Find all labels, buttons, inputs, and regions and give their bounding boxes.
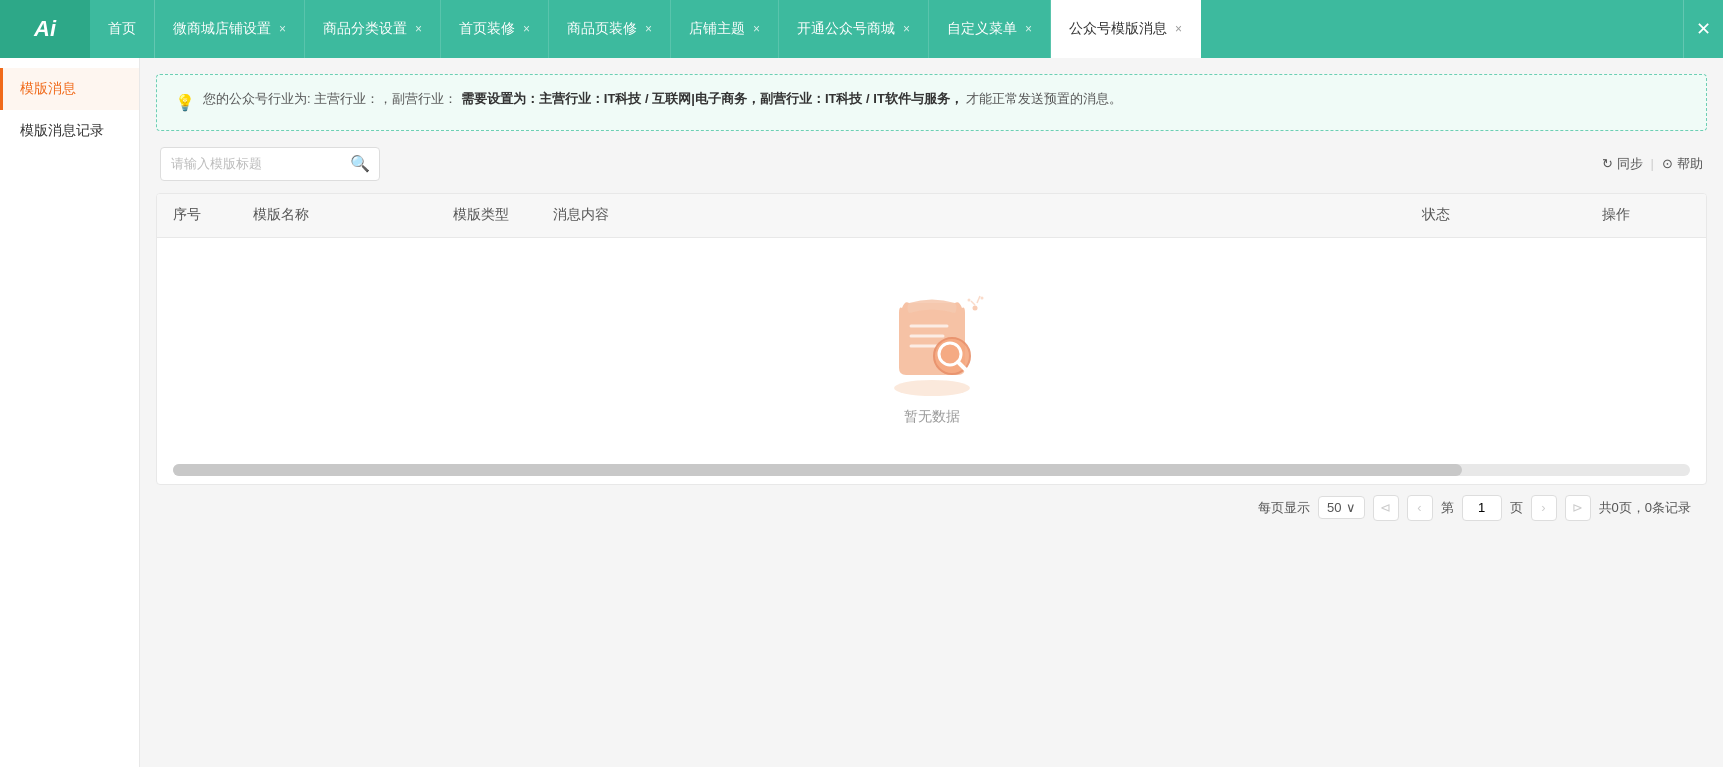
- close-all-button[interactable]: ✕: [1683, 0, 1723, 58]
- nav-tab-homepage[interactable]: 首页装修×: [441, 0, 549, 58]
- data-table: 序号 模版名称 模版类型 消息内容 状态 操作: [156, 193, 1707, 485]
- page-size-label: 每页显示: [1258, 499, 1310, 517]
- notice-text: 您的公众号行业为: 主营行业：，副营行业： 需要设置为：主营行业：IT科技 / …: [203, 89, 1688, 110]
- page-size-value: 50: [1327, 500, 1341, 515]
- scrollbar-thumb[interactable]: [173, 464, 1462, 476]
- nav-tab-category[interactable]: 商品分类设置×: [305, 0, 441, 58]
- svg-line-10: [977, 296, 980, 303]
- search-input-wrap: 🔍: [160, 147, 380, 181]
- top-nav: Ai 首页微商城店铺设置×商品分类设置×首页装修×商品页装修×店铺主题×开通公众…: [0, 0, 1723, 58]
- col-type: 模版类型: [437, 206, 537, 224]
- nav-tab-product[interactable]: 商品页装修×: [549, 0, 671, 58]
- logo: Ai: [0, 0, 90, 58]
- main-layout: 模版消息模版消息记录 💡 您的公众号行业为: 主营行业：，副营行业： 需要设置为…: [0, 58, 1723, 767]
- svg-line-11: [971, 301, 975, 305]
- sync-icon: ↻: [1602, 156, 1613, 171]
- content-area: 💡 您的公众号行业为: 主营行业：，副营行业： 需要设置为：主营行业：IT科技 …: [140, 58, 1723, 767]
- search-left: 🔍: [160, 147, 380, 181]
- prev-page-button[interactable]: ‹: [1407, 495, 1433, 521]
- notice-icon: 💡: [175, 90, 195, 116]
- close-tab-homepage[interactable]: ×: [523, 23, 530, 35]
- nav-tab-template[interactable]: 公众号模版消息×: [1051, 0, 1201, 58]
- close-tab-product[interactable]: ×: [645, 23, 652, 35]
- notice-banner: 💡 您的公众号行业为: 主营行业：，副营行业： 需要设置为：主营行业：IT科技 …: [156, 74, 1707, 131]
- page-size-select[interactable]: 50 ∨: [1318, 496, 1364, 519]
- svg-point-9: [967, 298, 970, 301]
- search-right: ↻ 同步 | ⊙ 帮助: [1602, 155, 1703, 173]
- chevron-down-icon: ∨: [1346, 500, 1356, 515]
- close-tab-template[interactable]: ×: [1175, 23, 1182, 35]
- svg-point-0: [894, 380, 970, 396]
- table-header: 序号 模版名称 模版类型 消息内容 状态 操作: [157, 194, 1706, 238]
- nav-tab-mall[interactable]: 开通公众号商城×: [779, 0, 929, 58]
- close-tab-menu[interactable]: ×: [1025, 23, 1032, 35]
- next-page-button[interactable]: ›: [1531, 495, 1557, 521]
- divider: |: [1651, 156, 1654, 171]
- nav-tab-menu[interactable]: 自定义菜单×: [929, 0, 1051, 58]
- col-content: 消息内容: [537, 206, 1406, 224]
- help-icon: ⊙: [1662, 156, 1673, 171]
- col-status: 状态: [1406, 206, 1586, 224]
- col-name: 模版名称: [237, 206, 437, 224]
- svg-point-7: [972, 305, 977, 310]
- search-button[interactable]: 🔍: [350, 154, 370, 173]
- col-action: 操作: [1586, 206, 1706, 224]
- total-info: 共0页，0条记录: [1599, 499, 1691, 517]
- search-bar: 🔍 ↻ 同步 | ⊙ 帮助: [156, 147, 1707, 181]
- empty-text: 暂无数据: [904, 408, 960, 426]
- sidebar-item-template-msg[interactable]: 模版消息: [0, 68, 139, 110]
- sidebar: 模版消息模版消息记录: [0, 58, 140, 767]
- search-input[interactable]: [160, 147, 380, 181]
- first-page-button[interactable]: ⊲: [1373, 495, 1399, 521]
- sync-label: 同步: [1617, 155, 1643, 173]
- page-number-input[interactable]: [1462, 495, 1502, 521]
- page-label-post: 页: [1510, 499, 1523, 517]
- page-label-pre: 第: [1441, 499, 1454, 517]
- nav-tab-weishop[interactable]: 微商城店铺设置×: [155, 0, 305, 58]
- help-button[interactable]: ⊙ 帮助: [1662, 155, 1703, 173]
- close-tab-category[interactable]: ×: [415, 23, 422, 35]
- notice-prefix: 您的公众号行业为: 主营行业：，副营行业：: [203, 91, 457, 106]
- notice-highlight: 需要设置为：主营行业：IT科技 / 互联网|电子商务，副营行业：IT科技 / I…: [461, 91, 963, 106]
- pagination: 每页显示 50 ∨ ⊲ ‹ 第 页 › ⊳ 共0页，0条记录: [156, 485, 1707, 531]
- sync-button[interactable]: ↻ 同步: [1602, 155, 1643, 173]
- close-tab-weishop[interactable]: ×: [279, 23, 286, 35]
- close-tab-mall[interactable]: ×: [903, 23, 910, 35]
- empty-illustration: [867, 278, 997, 408]
- help-label: 帮助: [1677, 155, 1703, 173]
- col-seq: 序号: [157, 206, 237, 224]
- nav-tab-home[interactable]: 首页: [90, 0, 155, 58]
- empty-state: 暂无数据: [157, 238, 1706, 456]
- nav-tab-theme[interactable]: 店铺主题×: [671, 0, 779, 58]
- horizontal-scrollbar[interactable]: [173, 464, 1690, 476]
- last-page-button[interactable]: ⊳: [1565, 495, 1591, 521]
- nav-tabs: 首页微商城店铺设置×商品分类设置×首页装修×商品页装修×店铺主题×开通公众号商城…: [90, 0, 1683, 58]
- svg-point-8: [980, 296, 983, 299]
- close-tab-theme[interactable]: ×: [753, 23, 760, 35]
- sidebar-item-template-record[interactable]: 模版消息记录: [0, 110, 139, 152]
- notice-suffix: 才能正常发送预置的消息。: [966, 91, 1122, 106]
